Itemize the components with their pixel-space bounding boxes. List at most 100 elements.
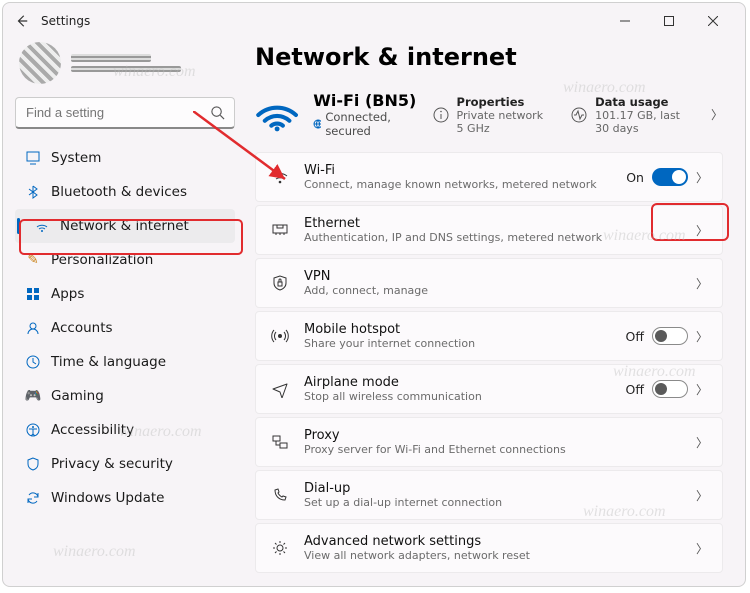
card-title: Advanced network settings [304,534,682,549]
nav-label: Windows Update [51,490,164,506]
close-button[interactable] [691,6,735,36]
sidebar-item-update[interactable]: Windows Update [15,481,235,515]
system-icon [25,150,41,166]
maximize-button[interactable] [647,6,691,36]
wifi-toggle[interactable] [652,168,688,186]
sidebar-item-personalization[interactable]: ✎Personalization [15,243,235,277]
airplane-toggle[interactable] [652,380,688,398]
sidebar-item-gaming[interactable]: 🎮 Gaming [15,379,235,413]
title-bar: Settings [3,3,745,39]
data-usage-link[interactable]: Data usage101.17 GB, last 30 days 〉 [571,95,723,135]
toggle-label: On [626,170,644,185]
toggle-label: Off [626,329,644,344]
accessibility-icon [25,422,41,438]
nav-label: Gaming [51,388,104,404]
sidebar-item-bluetooth[interactable]: Bluetooth & devices [15,175,235,209]
nav-label: Network & internet [60,218,189,234]
dialup-icon [270,485,290,505]
card-wifi[interactable]: Wi-FiConnect, manage known networks, met… [255,152,723,202]
wifi-large-icon [255,95,299,135]
card-hotspot[interactable]: Mobile hotspotShare your internet connec… [255,311,723,361]
sidebar-item-privacy[interactable]: Privacy & security [15,447,235,481]
network-hero: Wi-Fi (BN5) Connected, secured Propertie… [255,87,723,152]
account-block[interactable] [19,39,231,87]
sidebar-item-network[interactable]: Network & internet [15,209,235,243]
nav-label: Time & language [51,354,166,370]
gaming-icon: 🎮 [25,388,41,404]
bluetooth-icon [25,184,41,200]
nav-label: Bluetooth & devices [51,184,187,200]
card-title: Mobile hotspot [304,322,612,337]
chevron-right-icon: 〉 [696,169,708,186]
vpn-icon [270,273,290,293]
back-button[interactable] [13,12,31,30]
toggle-label: Off [626,382,644,397]
nav-label: Accessibility [51,422,134,438]
hotspot-toggle[interactable] [652,327,688,345]
card-sub: View all network adapters, network reset [304,549,682,562]
sidebar-item-accessibility[interactable]: Accessibility [15,413,235,447]
card-sub: Authentication, IP and DNS settings, met… [304,231,682,244]
search-icon [210,105,225,124]
card-title: Ethernet [304,216,682,231]
card-title: Dial-up [304,481,682,496]
usage-icon [571,106,587,124]
properties-sub: Private network 5 GHz [457,109,554,135]
privacy-icon [25,456,41,472]
card-title: VPN [304,269,682,284]
card-title: Wi-Fi [304,163,612,178]
card-sub: Add, connect, manage [304,284,682,297]
settings-window: Settings System Bluetooth & devices Netw… [2,2,746,587]
card-title: Proxy [304,428,682,443]
sidebar-item-accounts[interactable]: Accounts [15,311,235,345]
minimize-button[interactable] [603,6,647,36]
airplane-icon [270,379,290,399]
network-status: Connected, secured [325,110,418,138]
card-dialup[interactable]: Dial-upSet up a dial-up internet connect… [255,470,723,520]
personalization-icon: ✎ [25,252,41,268]
card-proxy[interactable]: ProxyProxy server for Wi-Fi and Ethernet… [255,417,723,467]
page-title: Network & internet [255,43,723,71]
info-icon [433,106,449,124]
chevron-right-icon: 〉 [696,540,708,557]
chevron-right-icon: 〉 [696,381,708,398]
sidebar-item-system[interactable]: System [15,141,235,175]
properties-link[interactable]: PropertiesPrivate network 5 GHz [433,95,554,135]
apps-icon [25,286,41,302]
ethernet-icon [270,220,290,240]
search-box[interactable] [15,97,235,129]
wifi-icon [270,167,290,187]
nav-label: Accounts [51,320,113,336]
update-icon [25,490,41,506]
avatar [19,42,61,84]
hotspot-icon [270,326,290,346]
usage-sub: 101.17 GB, last 30 days [595,109,693,135]
usage-label: Data usage [595,95,693,109]
search-input[interactable] [15,97,235,129]
chevron-right-icon: 〉 [696,434,708,451]
chevron-right-icon: 〉 [696,487,708,504]
network-name: Wi-Fi (BN5) [313,91,418,110]
card-ethernet[interactable]: EthernetAuthentication, IP and DNS setti… [255,205,723,255]
nav-list: System Bluetooth & devices Network & int… [15,141,235,515]
card-sub: Connect, manage known networks, metered … [304,178,612,191]
card-title: Airplane mode [304,375,612,390]
time-icon [25,354,41,370]
nav-label: Apps [51,286,84,302]
card-advanced[interactable]: Advanced network settingsView all networ… [255,523,723,573]
card-airplane[interactable]: Airplane modeStop all wireless communica… [255,364,723,414]
chevron-right-icon: 〉 [696,328,708,345]
main-content: Network & internet Wi-Fi (BN5) Connected… [247,39,745,586]
sidebar-item-apps[interactable]: Apps [15,277,235,311]
sidebar: System Bluetooth & devices Network & int… [3,39,247,586]
globe-icon [313,119,321,129]
card-vpn[interactable]: VPNAdd, connect, manage 〉 [255,258,723,308]
chevron-right-icon: 〉 [711,106,723,123]
chevron-right-icon: 〉 [696,275,708,292]
network-icon [34,218,50,234]
nav-label: System [51,150,101,166]
card-sub: Proxy server for Wi-Fi and Ethernet conn… [304,443,682,456]
nav-label: Privacy & security [51,456,173,472]
window-title: Settings [41,14,90,28]
sidebar-item-time[interactable]: Time & language [15,345,235,379]
